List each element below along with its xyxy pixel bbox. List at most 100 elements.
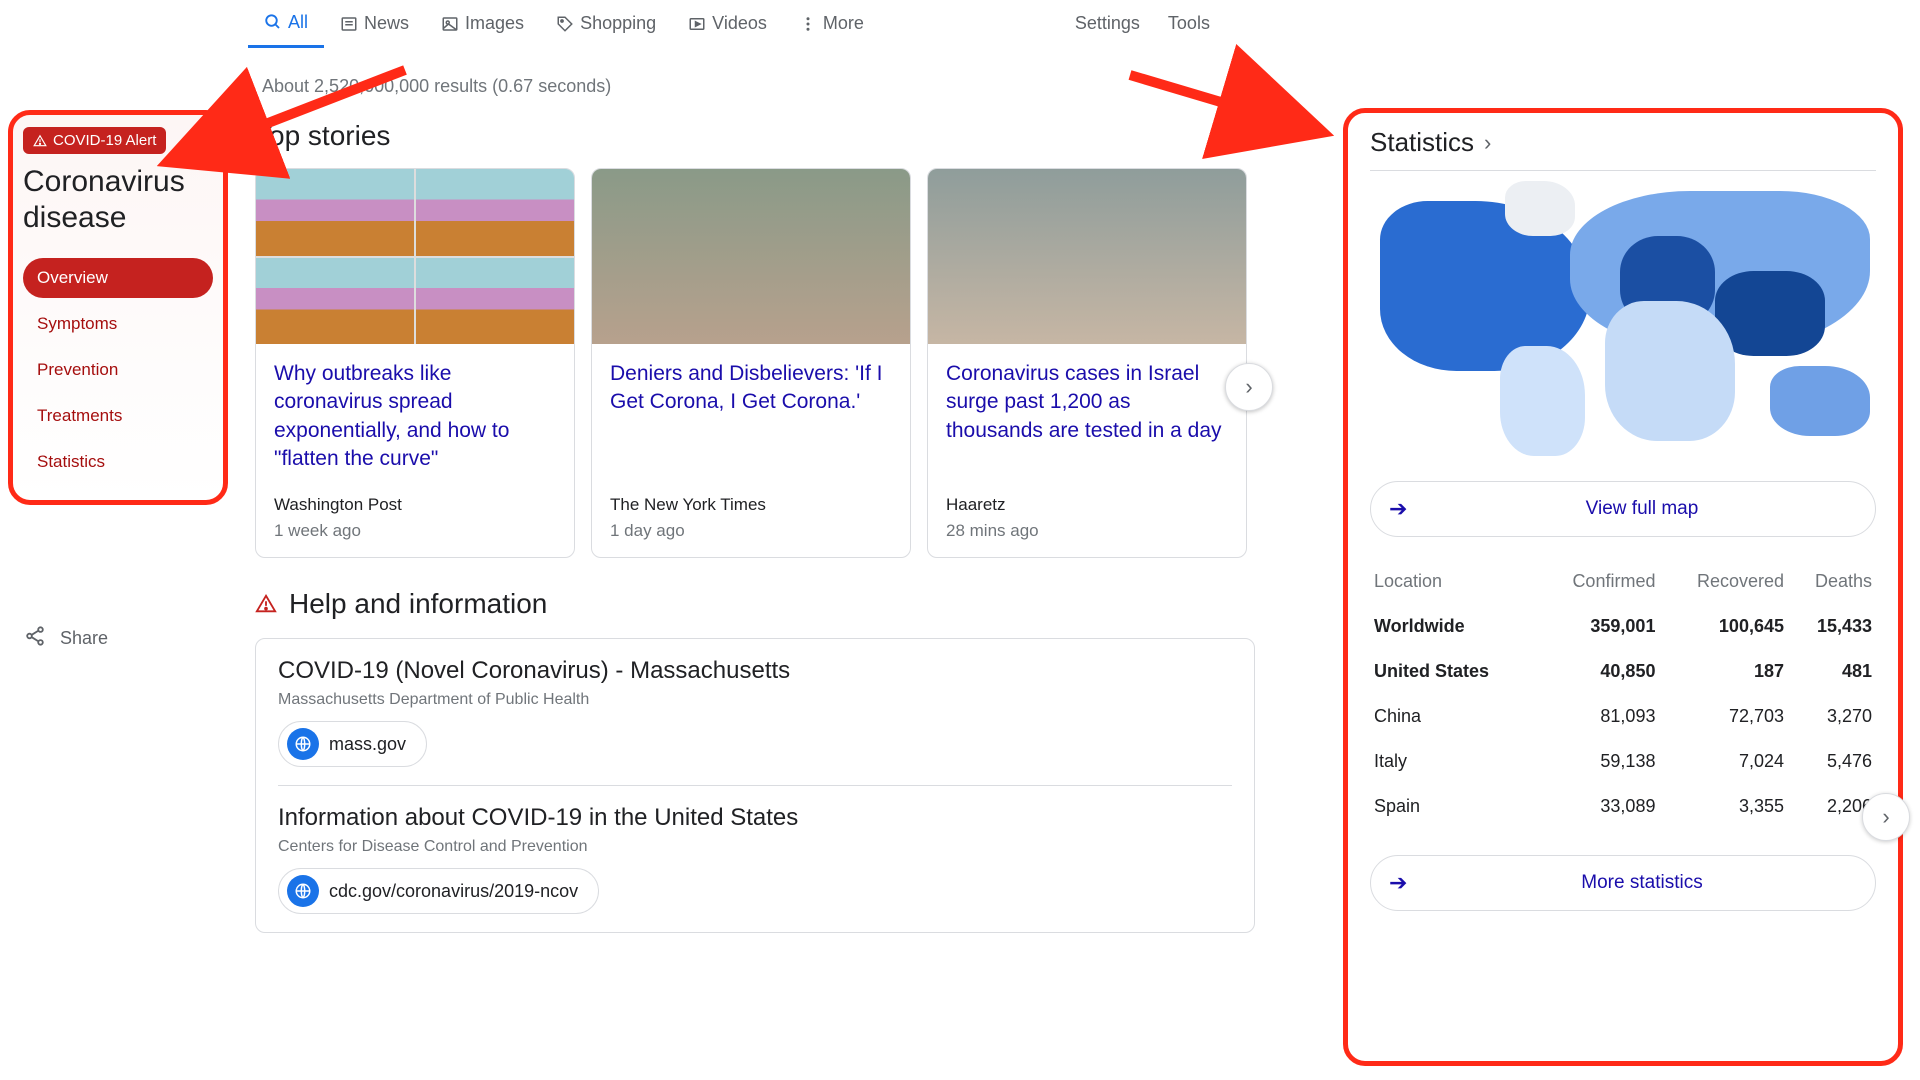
help-item-title: Information about COVID-19 in the United…	[278, 804, 1232, 832]
covid-alert-badge: COVID-19 Alert	[23, 127, 166, 154]
globe-icon	[287, 728, 319, 760]
news-icon	[340, 15, 358, 33]
tab-label: More	[823, 13, 864, 34]
help-url-pill[interactable]: cdc.gov/coronavirus/2019-ncov	[278, 868, 599, 914]
help-heading: Help and information	[255, 588, 1255, 620]
tools-link[interactable]: Tools	[1168, 13, 1210, 34]
cell-location: Italy	[1370, 739, 1536, 784]
tab-shopping[interactable]: Shopping	[540, 0, 672, 48]
carousel-next-button[interactable]: ›	[1225, 363, 1273, 411]
sidebar-item-prevention[interactable]: Prevention	[23, 350, 213, 390]
cell-deaths: 15,433	[1788, 604, 1876, 649]
sidebar-item-treatments[interactable]: Treatments	[23, 396, 213, 436]
tab-label: All	[288, 12, 308, 33]
tab-images[interactable]: Images	[425, 0, 540, 48]
story-card[interactable]: Why outbreaks like coronavirus spread ex…	[255, 168, 575, 558]
video-icon	[688, 15, 706, 33]
world-map[interactable]	[1370, 181, 1876, 467]
tab-label: Videos	[712, 13, 767, 34]
sidebar-item-statistics[interactable]: Statistics	[23, 442, 213, 482]
help-heading-text: Help and information	[289, 588, 547, 620]
cell-recovered: 100,645	[1659, 604, 1788, 649]
tabs-right-group: Settings Tools	[1075, 13, 1210, 34]
more-statistics-button[interactable]: ➔ More statistics	[1370, 855, 1876, 911]
help-url-pill[interactable]: mass.gov	[278, 721, 427, 767]
share-button[interactable]: Share	[24, 625, 108, 652]
top-stories-carousel: Why outbreaks like coronavirus spread ex…	[255, 168, 1255, 558]
warning-icon	[33, 134, 47, 148]
col-location: Location	[1370, 559, 1536, 604]
help-url-text: cdc.gov/coronavirus/2019-ncov	[329, 881, 578, 902]
tab-news[interactable]: News	[324, 0, 425, 48]
stats-next-button[interactable]: ›	[1862, 793, 1910, 841]
help-item-title: COVID-19 (Novel Coronavirus) - Massachus…	[278, 657, 1232, 685]
col-deaths: Deaths	[1788, 559, 1876, 604]
story-time: 1 week ago	[274, 521, 556, 541]
story-thumbnail	[592, 169, 910, 344]
table-row[interactable]: Worldwide 359,001 100,645 15,433	[1370, 604, 1876, 649]
tab-all[interactable]: All	[248, 0, 324, 48]
cell-confirmed: 81,093	[1536, 694, 1659, 739]
cell-location: United States	[1370, 649, 1536, 694]
covid-sidebar-panel: COVID-19 Alert Coronavirus disease Overv…	[8, 110, 228, 505]
story-thumbnail	[256, 169, 574, 344]
cell-confirmed: 359,001	[1536, 604, 1659, 649]
story-card[interactable]: Deniers and Disbelievers: 'If I Get Coro…	[591, 168, 911, 558]
images-icon	[441, 15, 459, 33]
sidebar-nav: Overview Symptoms Prevention Treatments …	[23, 258, 213, 482]
tag-icon	[556, 15, 574, 33]
arrow-right-icon: ➔	[1389, 870, 1413, 896]
cell-location: Worldwide	[1370, 604, 1536, 649]
search-tabs: All News Images Shopping Videos	[0, 0, 1920, 48]
tab-videos[interactable]: Videos	[672, 0, 783, 48]
story-headline: Deniers and Disbelievers: 'If I Get Coro…	[610, 360, 892, 475]
help-info-box: COVID-19 (Novel Coronavirus) - Massachus…	[255, 638, 1255, 933]
main-column: Top stories Why outbreaks like coronavir…	[255, 120, 1255, 933]
annotation-arrow-left	[235, 60, 415, 155]
chevron-right-icon: ›	[1882, 804, 1889, 830]
cell-confirmed: 33,089	[1536, 784, 1659, 829]
stats-table: Location Confirmed Recovered Deaths Worl…	[1370, 559, 1876, 829]
col-confirmed: Confirmed	[1536, 559, 1659, 604]
settings-link[interactable]: Settings	[1075, 13, 1140, 34]
cell-deaths: 481	[1788, 649, 1876, 694]
story-headline: Coronavirus cases in Israel surge past 1…	[946, 360, 1228, 475]
more-dots-icon	[799, 15, 817, 33]
cell-confirmed: 59,138	[1536, 739, 1659, 784]
story-time: 28 mins ago	[946, 521, 1228, 541]
view-full-map-button[interactable]: ➔ View full map	[1370, 481, 1876, 537]
story-source: The New York Times	[610, 495, 892, 515]
table-header-row: Location Confirmed Recovered Deaths	[1370, 559, 1876, 604]
chevron-right-icon: ›	[1245, 374, 1252, 400]
sidebar-item-symptoms[interactable]: Symptoms	[23, 304, 213, 344]
statistics-title: Statistics	[1370, 127, 1474, 158]
table-row[interactable]: China 81,093 72,703 3,270	[1370, 694, 1876, 739]
action-label: More statistics	[1427, 872, 1857, 894]
alert-text: COVID-19 Alert	[53, 132, 156, 149]
share-icon	[24, 625, 46, 652]
story-card[interactable]: Coronavirus cases in Israel surge past 1…	[927, 168, 1247, 558]
action-label: View full map	[1427, 498, 1857, 520]
statistics-header[interactable]: Statistics ›	[1370, 127, 1876, 171]
chevron-right-icon: ›	[1484, 130, 1491, 156]
cell-deaths: 3,270	[1788, 694, 1876, 739]
table-row[interactable]: Italy 59,138 7,024 5,476	[1370, 739, 1876, 784]
story-headline: Why outbreaks like coronavirus spread ex…	[274, 360, 556, 475]
tab-more[interactable]: More	[783, 0, 880, 48]
cell-location: Spain	[1370, 784, 1536, 829]
cell-recovered: 72,703	[1659, 694, 1788, 739]
sidebar-item-overview[interactable]: Overview	[23, 258, 213, 298]
cell-location: China	[1370, 694, 1536, 739]
sidebar-title: Coronavirus disease	[23, 164, 213, 236]
table-row[interactable]: United States 40,850 187 481	[1370, 649, 1876, 694]
help-item-sub: Centers for Disease Control and Preventi…	[278, 838, 1232, 856]
story-thumbnail	[928, 169, 1246, 344]
table-row[interactable]: Spain 33,089 3,355 2,206	[1370, 784, 1876, 829]
help-item-sub: Massachusetts Department of Public Healt…	[278, 691, 1232, 709]
annotation-arrow-right	[1120, 60, 1330, 155]
cell-confirmed: 40,850	[1536, 649, 1659, 694]
cell-recovered: 7,024	[1659, 739, 1788, 784]
search-icon	[264, 13, 282, 31]
help-item: COVID-19 (Novel Coronavirus) - Massachus…	[278, 657, 1232, 767]
tabs-left-group: All News Images Shopping Videos	[248, 0, 880, 48]
